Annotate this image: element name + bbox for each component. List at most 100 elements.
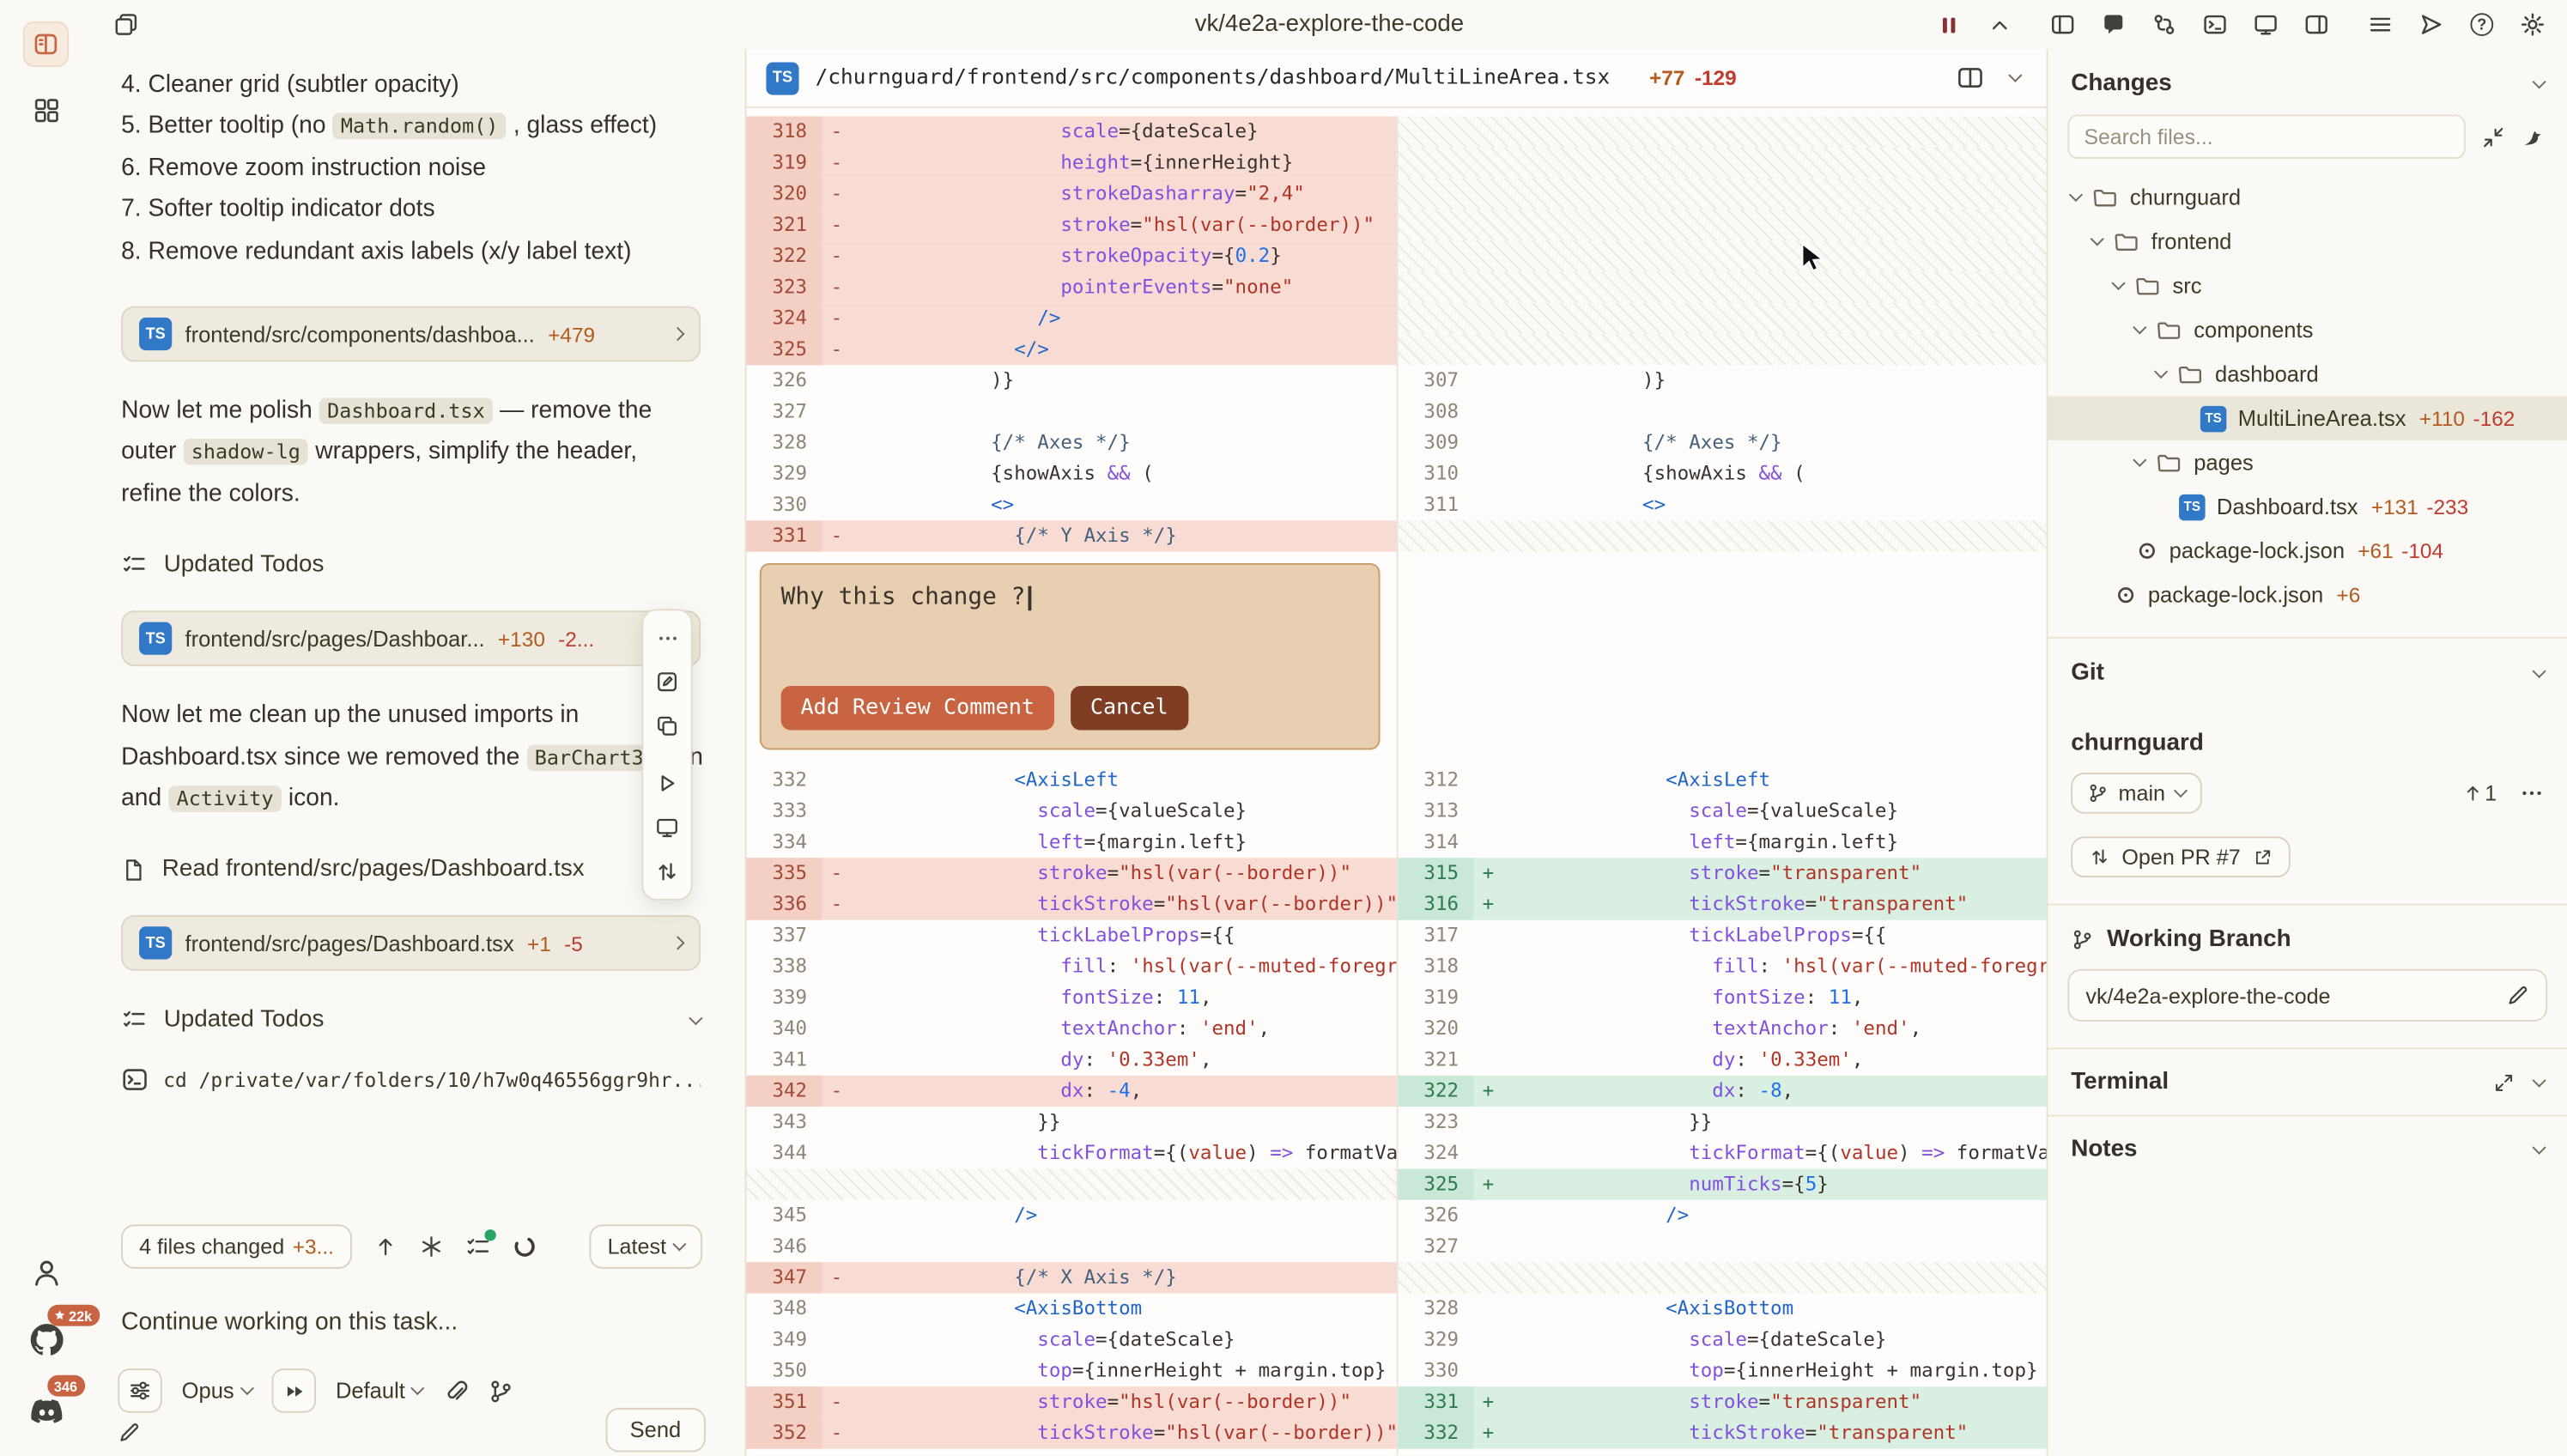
diff-row[interactable]: 318 fill: 'hsl(var(--muted-foreground))'…	[1398, 951, 2046, 982]
more-options-button[interactable]	[642, 616, 693, 659]
diff-row[interactable]: 322- strokeOpacity={0.2}	[747, 240, 1397, 271]
model-dropdown[interactable]: Opus	[182, 1379, 252, 1404]
tree-item[interactable]: TSMultiLineArea.tsx+110-162	[2048, 396, 2567, 440]
diff-row[interactable]: 310 {showAxis && (	[1398, 458, 2046, 489]
diff-row[interactable]: 329 {showAxis && (	[747, 458, 1397, 489]
menu-icon[interactable]	[2365, 9, 2394, 39]
send-button[interactable]: Send	[605, 1408, 706, 1452]
diff-row[interactable]: 340 textAnchor: 'end',	[747, 1013, 1397, 1044]
git-compare-icon[interactable]	[2150, 9, 2179, 39]
diff-row[interactable]: 333 scale={valueScale}	[747, 796, 1397, 827]
diff-row[interactable]: 339 fontSize: 11,	[747, 982, 1397, 1013]
diff-row[interactable]: 315+ stroke="transparent"	[1398, 858, 2046, 889]
github-icon[interactable]: 22k	[27, 1322, 64, 1360]
diff-row[interactable]: 323- pointerEvents="none"	[747, 272, 1397, 303]
more-options-icon[interactable]	[2520, 781, 2545, 806]
diff-row[interactable]: 313 scale={valueScale}	[1398, 796, 2046, 827]
collapse-all-icon[interactable]	[2482, 125, 2505, 149]
file-change-chip[interactable]: TS frontend/src/components/dashboa... +4…	[121, 306, 701, 362]
diff-row[interactable]: 314 left={margin.left}	[1398, 827, 2046, 858]
open-pr-button[interactable]: Open PR #7	[2071, 836, 2290, 877]
read-file-row[interactable]: Read frontend/src/pages/Dashboard.tsx	[121, 857, 701, 883]
expand-icon[interactable]	[2493, 1071, 2515, 1093]
diff-row[interactable]: 348 <AxisBottom	[747, 1293, 1397, 1324]
compare-button[interactable]	[642, 850, 693, 894]
diff-row[interactable]: 341 dy: '0.33em',	[747, 1045, 1397, 1076]
cancel-button[interactable]: Cancel	[1071, 686, 1188, 730]
grid-view-button[interactable]	[23, 87, 69, 132]
tree-item[interactable]: churnguard	[2048, 175, 2567, 219]
diff-row[interactable]: 324- />	[747, 303, 1397, 334]
diff-row[interactable]: 346	[747, 1231, 1397, 1262]
diff-row[interactable]: 327	[747, 396, 1397, 427]
diff-row[interactable]: 307 )}	[1398, 365, 2046, 396]
branch-dropdown[interactable]: main	[2071, 773, 2201, 814]
diff-row[interactable]: 330 <>	[747, 489, 1397, 520]
tree-item[interactable]: pages	[2048, 440, 2567, 484]
diff-row[interactable]: 350 top={innerHeight + margin.top}	[747, 1356, 1397, 1386]
diff-row[interactable]: 351- stroke="hsl(var(--border))"	[747, 1386, 1397, 1417]
diff-row[interactable]: 309 {/* Axes */}	[1398, 428, 2046, 458]
diff-row[interactable]: 344 tickFormat={(value) => formatValue(v…	[747, 1138, 1397, 1168]
diff-row[interactable]: 343 }}	[747, 1107, 1397, 1138]
chat-bubble-icon[interactable]	[2099, 9, 2128, 39]
tree-item[interactable]: TSDashboard.tsx+131-233	[2048, 484, 2567, 528]
review-comment-box[interactable]: Why this change ? Add Review Comment Cance…	[760, 563, 1381, 749]
bird-icon[interactable]	[2521, 124, 2548, 150]
tree-item[interactable]: package-lock.json+6	[2048, 573, 2567, 616]
play-button[interactable]	[642, 761, 693, 805]
diff-row[interactable]: 330 top={innerHeight + margin.top}	[1398, 1356, 2046, 1386]
diff-row[interactable]: 322+ dx: -8,	[1398, 1076, 2046, 1107]
notes-section-header[interactable]: Notes	[2048, 1116, 2567, 1181]
diff-row[interactable]: 312 <AxisLeft	[1398, 765, 2046, 796]
diff-row[interactable]: 321 dy: '0.33em',	[1398, 1045, 2046, 1076]
run-icon[interactable]	[2417, 9, 2446, 39]
mode-dropdown[interactable]: Default	[336, 1379, 423, 1404]
tree-item[interactable]: src	[2048, 264, 2567, 307]
updated-todos-row[interactable]: Updated Todos	[121, 552, 701, 579]
diff-row[interactable]: 352- tickStroke="hsl(var(--border))"	[747, 1417, 1397, 1448]
diff-row[interactable]: 336- tickStroke="hsl(var(--border))"	[747, 889, 1397, 919]
latest-dropdown[interactable]: Latest	[590, 1224, 702, 1268]
diff-row[interactable]: 347- {/* X Axis */}	[747, 1262, 1397, 1293]
account-icon[interactable]	[30, 1258, 61, 1289]
split-view-icon[interactable]	[1957, 64, 1984, 91]
collapse-up-icon[interactable]	[1984, 9, 2013, 39]
diff-row[interactable]: 331+ stroke="transparent"	[1398, 1386, 2046, 1417]
diff-row[interactable]: 324 tickFormat={(value) => formatValue(v…	[1398, 1138, 2046, 1168]
diff-row[interactable]: 319 fontSize: 11,	[1398, 982, 2046, 1013]
spark-icon[interactable]	[419, 1235, 444, 1259]
diff-row[interactable]: 342- dx: -4,	[747, 1076, 1397, 1107]
diff-row[interactable]: 318- scale={dateScale}	[747, 116, 1397, 147]
settings-sliders-button[interactable]	[118, 1368, 161, 1412]
window-stack-icon[interactable]	[112, 9, 141, 39]
chevron-down-icon[interactable]	[689, 1011, 702, 1025]
search-input[interactable]	[2067, 114, 2465, 158]
diff-row[interactable]: 325- </>	[747, 334, 1397, 365]
file-change-chip[interactable]: TS frontend/src/pages/Dashboard.tsx +1 -…	[121, 916, 701, 972]
todos-status-icon[interactable]	[465, 1234, 492, 1260]
diff-row[interactable]: 328 {/* Axes */}	[747, 428, 1397, 458]
diff-row[interactable]: 317 tickLabelProps={{	[1398, 920, 2046, 951]
diff-row[interactable]: 319- height={innerHeight}	[747, 148, 1397, 179]
integrations-button[interactable]	[489, 1378, 515, 1404]
workspace-button[interactable]	[23, 21, 69, 67]
help-icon[interactable]: ?	[2467, 9, 2497, 39]
files-changed-chip[interactable]: 4 files changed +3...	[121, 1224, 352, 1268]
diff-row[interactable]: 326 )}	[747, 365, 1397, 396]
add-review-comment-button[interactable]: Add Review Comment	[781, 686, 1054, 730]
diff-row[interactable]: 311 <>	[1398, 489, 2046, 520]
diff-row[interactable]: 320 textAnchor: 'end',	[1398, 1013, 2046, 1044]
discord-icon[interactable]: 346	[27, 1392, 64, 1430]
edit-pencil-icon[interactable]	[2506, 984, 2529, 1007]
panel-left-icon[interactable]	[2048, 9, 2078, 39]
fast-forward-button[interactable]	[272, 1368, 316, 1412]
comment-input[interactable]: Why this change ?	[781, 581, 1359, 612]
diff-row[interactable]: 332 <AxisLeft	[747, 765, 1397, 796]
diff-row[interactable]: 335- stroke="hsl(var(--border))"	[747, 858, 1397, 889]
diff-row[interactable]: 316+ tickStroke="transparent"	[1398, 889, 2046, 919]
diff-row[interactable]: 325+ numTicks={5}	[1398, 1169, 2046, 1200]
tree-item[interactable]: frontend	[2048, 220, 2567, 264]
diff-row[interactable]: 331- {/* Y Axis */}	[747, 520, 1397, 551]
ahead-indicator[interactable]: 1	[2462, 781, 2497, 806]
